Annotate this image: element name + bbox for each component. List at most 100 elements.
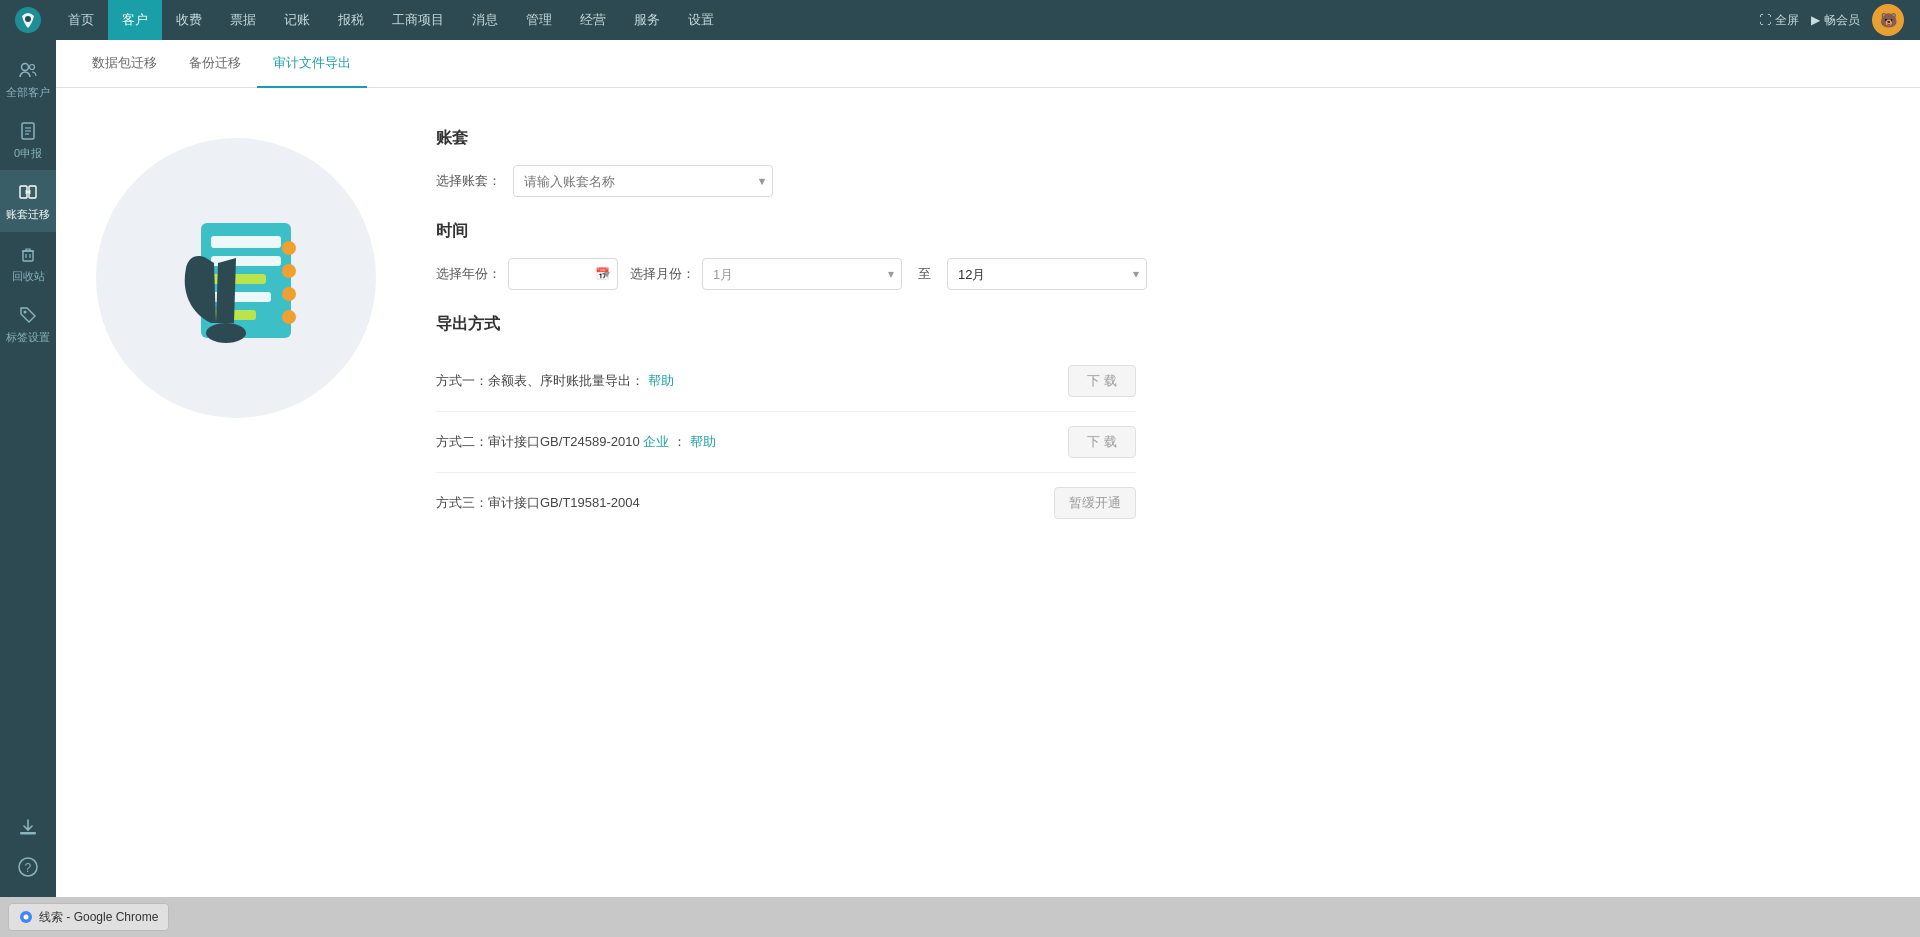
user-avatar[interactable]: 🐻 bbox=[1872, 4, 1904, 36]
time-form-row: 选择年份： 2023 📅 选择月份： 1月2月3月4月 5月6月7月8月 9月1… bbox=[436, 258, 1136, 290]
export-method-1-download-btn[interactable]: 下 载 bbox=[1068, 365, 1136, 397]
taskbar-chrome[interactable]: 线索 - Google Chrome bbox=[8, 903, 169, 931]
nav-home[interactable]: 首页 bbox=[54, 0, 108, 40]
export-method-3-text: 方式三：审计接口GB/T19581-2004 bbox=[436, 495, 640, 510]
export-method-1-help[interactable]: 帮助 bbox=[648, 373, 674, 388]
export-method-2-text: 方式二：审计接口GB/T24589-2010 bbox=[436, 434, 640, 449]
sidebar-item-account-migration[interactable]: 账套迁移 bbox=[0, 170, 56, 231]
vip-label: 畅会员 bbox=[1824, 12, 1860, 29]
to-label: 至 bbox=[914, 265, 935, 283]
page-content: 账套 选择账套： ▾ 时间 选择年份： 2023 📅 bbox=[56, 88, 1920, 897]
year-select-wrapper: 2023 📅 bbox=[508, 258, 618, 290]
export-section-title: 导出方式 bbox=[436, 314, 1136, 335]
migrate-icon bbox=[16, 180, 40, 204]
nav-operations[interactable]: 经营 bbox=[566, 0, 620, 40]
export-method-3: 方式三：审计接口GB/T19581-2004 暂缓开通 bbox=[436, 473, 1136, 533]
account-section-title: 账套 bbox=[436, 128, 1136, 149]
svg-point-2 bbox=[22, 64, 29, 71]
main-layout: 全部客户 0申报 账套迁移 bbox=[0, 40, 1920, 897]
svg-point-25 bbox=[282, 264, 296, 278]
export-method-2: 方式二：审计接口GB/T24589-2010 企业 ： 帮助 下 载 bbox=[436, 412, 1136, 473]
top-navigation: 首页 客户 收费 票据 记账 报税 工商项目 消息 管理 经营 服务 设置 ⛶ … bbox=[0, 0, 1920, 40]
taskbar: 线索 - Google Chrome bbox=[0, 897, 1920, 937]
sidebar-label-all-customers: 全部客户 bbox=[6, 86, 50, 99]
sidebar-label-recycle: 回收站 bbox=[12, 270, 45, 283]
svg-rect-8 bbox=[20, 186, 27, 198]
export-method-1-desc: 方式一：余额表、序时账批量导出： 帮助 bbox=[436, 372, 1052, 390]
people-icon bbox=[16, 58, 40, 82]
export-method-2-help[interactable]: 帮助 bbox=[690, 434, 716, 449]
nav-management[interactable]: 管理 bbox=[512, 0, 566, 40]
nav-items: 首页 客户 收费 票据 记账 报税 工商项目 消息 管理 经营 服务 设置 bbox=[54, 0, 1759, 40]
app-logo[interactable] bbox=[10, 2, 46, 38]
sidebar-item-tag-settings[interactable]: 标签设置 bbox=[0, 293, 56, 354]
sidebar-label-zero-filing: 0申报 bbox=[14, 147, 42, 160]
export-method-3-desc: 方式三：审计接口GB/T19581-2004 bbox=[436, 494, 1038, 512]
sidebar-item-zero-filing[interactable]: 0申报 bbox=[0, 109, 56, 170]
export-section: 导出方式 方式一：余额表、序时账批量导出： 帮助 下 载 方式二：审计接口GB/… bbox=[436, 314, 1136, 533]
time-section-title: 时间 bbox=[436, 221, 1136, 242]
export-method-2-enterprise[interactable]: 企业 bbox=[643, 434, 669, 449]
nav-services[interactable]: 服务 bbox=[620, 0, 674, 40]
svg-rect-19 bbox=[211, 236, 281, 248]
svg-point-14 bbox=[24, 310, 27, 313]
nav-bookkeeping[interactable]: 记账 bbox=[270, 0, 324, 40]
nav-invoices[interactable]: 票据 bbox=[216, 0, 270, 40]
svg-rect-9 bbox=[29, 186, 36, 198]
nav-settings[interactable]: 设置 bbox=[674, 0, 728, 40]
svg-rect-10 bbox=[23, 251, 33, 261]
taskbar-chrome-label: 线索 - Google Chrome bbox=[39, 909, 158, 926]
export-method-2-colon: ： bbox=[673, 434, 686, 449]
play-icon: ▶ bbox=[1811, 13, 1820, 27]
sidebar-label-tag-settings: 标签设置 bbox=[6, 331, 50, 344]
svg-point-1 bbox=[25, 16, 31, 22]
form-area: 账套 选择账套： ▾ 时间 选择年份： 2023 📅 bbox=[436, 118, 1136, 867]
svg-point-30 bbox=[24, 915, 29, 920]
export-method-1-text: 方式一：余额表、序时账批量导出： bbox=[436, 373, 644, 388]
svg-point-28 bbox=[206, 323, 246, 343]
month-start-wrapper: 1月2月3月4月 5月6月7月8月 9月10月11月12月 bbox=[702, 258, 902, 290]
account-select-wrapper: ▾ bbox=[513, 165, 773, 197]
sidebar-bottom: ? bbox=[14, 813, 42, 881]
help-icon[interactable]: ? bbox=[14, 853, 42, 881]
download-icon[interactable] bbox=[14, 813, 42, 841]
tag-icon bbox=[16, 303, 40, 327]
export-method-2-download-btn[interactable]: 下 载 bbox=[1068, 426, 1136, 458]
month-start-label: 选择月份： bbox=[630, 265, 690, 283]
tab-data-migration[interactable]: 数据包迁移 bbox=[76, 40, 173, 88]
account-select-input[interactable] bbox=[513, 165, 773, 197]
nav-tax[interactable]: 报税 bbox=[324, 0, 378, 40]
svg-text:?: ? bbox=[25, 861, 32, 875]
account-label: 选择账套： bbox=[436, 172, 501, 190]
trash-icon bbox=[16, 242, 40, 266]
tab-audit-export[interactable]: 审计文件导出 bbox=[257, 40, 367, 88]
svg-point-26 bbox=[282, 287, 296, 301]
fullscreen-button[interactable]: ⛶ 全屏 bbox=[1759, 12, 1799, 29]
export-method-3-vip-btn[interactable]: 暂缓开通 bbox=[1054, 487, 1136, 519]
year-label: 选择年份： bbox=[436, 265, 496, 283]
illustration-circle bbox=[96, 138, 376, 418]
sidebar-item-all-customers[interactable]: 全部客户 bbox=[0, 48, 56, 109]
nav-billing[interactable]: 收费 bbox=[162, 0, 216, 40]
svg-point-3 bbox=[30, 65, 35, 70]
export-method-1: 方式一：余额表、序时账批量导出： 帮助 下 载 bbox=[436, 351, 1136, 412]
nav-customers[interactable]: 客户 bbox=[108, 0, 162, 40]
month-end-select[interactable]: 1月2月3月4月 5月6月7月8月 9月10月11月12月 bbox=[947, 258, 1147, 290]
fullscreen-label: 全屏 bbox=[1775, 12, 1799, 29]
sidebar-item-recycle[interactable]: 回收站 bbox=[0, 232, 56, 293]
vip-button[interactable]: ▶ 畅会员 bbox=[1811, 12, 1860, 29]
month-end-wrapper: 1月2月3月4月 5月6月7月8月 9月10月11月12月 bbox=[947, 258, 1147, 290]
sidebar-label-account-migration: 账套迁移 bbox=[6, 208, 50, 221]
time-section-divider: 时间 bbox=[436, 221, 1136, 242]
tab-backup-migration[interactable]: 备份迁移 bbox=[173, 40, 257, 88]
fullscreen-icon: ⛶ bbox=[1759, 13, 1771, 27]
nav-messages[interactable]: 消息 bbox=[458, 0, 512, 40]
year-input[interactable]: 2023 bbox=[508, 258, 618, 290]
export-method-2-desc: 方式二：审计接口GB/T24589-2010 企业 ： 帮助 bbox=[436, 433, 1052, 451]
month-start-select[interactable]: 1月2月3月4月 5月6月7月8月 9月10月11月12月 bbox=[702, 258, 902, 290]
chrome-icon bbox=[19, 910, 33, 924]
sidebar: 全部客户 0申报 账套迁移 bbox=[0, 40, 56, 897]
file-icon bbox=[16, 119, 40, 143]
tab-bar: 数据包迁移 备份迁移 审计文件导出 bbox=[56, 40, 1920, 88]
nav-business[interactable]: 工商项目 bbox=[378, 0, 458, 40]
